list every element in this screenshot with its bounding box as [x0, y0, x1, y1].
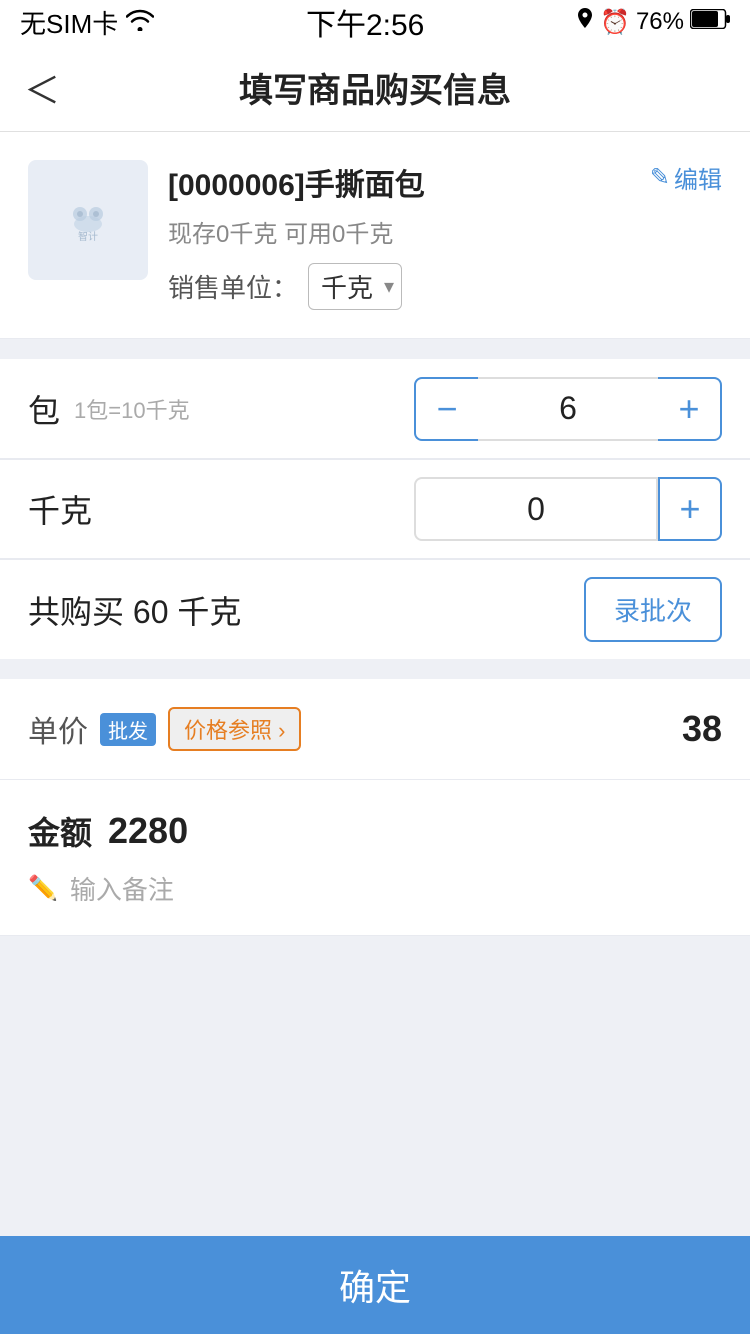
carrier-text: 无SIM卡	[20, 4, 118, 41]
kg-row: 千克 +	[0, 459, 750, 559]
package-row: 包 1包=10千克 − +	[0, 359, 750, 459]
nav-bar: ＜ 填写商品购买信息	[0, 44, 750, 132]
empty-space	[0, 936, 750, 1236]
package-plus-button[interactable]: +	[658, 377, 722, 441]
svg-text:智计: 智计	[78, 230, 98, 243]
kg-label: 千克	[28, 486, 92, 532]
price-ref-button[interactable]: 价格参照 ›	[168, 707, 301, 751]
edit-icon: ✎	[650, 163, 670, 192]
kg-label-text: 千克	[28, 486, 92, 532]
location-icon	[576, 8, 594, 37]
edit-button[interactable]: ✎ 编辑	[650, 160, 722, 195]
kg-quantity-input[interactable]	[414, 477, 658, 541]
package-label: 包 1包=10千克	[28, 386, 190, 432]
product-section: 智计 [0000006]手撕面包 ✎ 编辑 现存0千克 可用0千克 销售单位： …	[0, 132, 750, 339]
divider-2	[0, 659, 750, 679]
kg-quantity-control: +	[414, 477, 722, 541]
package-sub-label: 1包=10千克	[74, 393, 190, 425]
product-stock: 现存0千克 可用0千克	[168, 214, 722, 249]
amount-value: 2280	[108, 810, 188, 852]
battery-icon	[690, 8, 730, 36]
price-value: 38	[682, 708, 722, 750]
unit-select-wrapper[interactable]: 千克 ▾	[308, 263, 402, 310]
status-time: 下午2:56	[306, 0, 424, 44]
price-badge: 批发	[100, 713, 156, 746]
edit-label: 编辑	[674, 160, 722, 195]
package-quantity-input[interactable]	[478, 377, 658, 441]
battery-text: 76%	[636, 8, 684, 36]
product-info: [0000006]手撕面包 ✎ 编辑 现存0千克 可用0千克 销售单位： 千克 …	[168, 160, 722, 310]
divider-1	[0, 339, 750, 359]
confirm-label: 确定	[339, 1259, 411, 1311]
record-batch-button[interactable]: 录批次	[584, 577, 722, 642]
price-section: 单价 批发 价格参照 › 38	[0, 679, 750, 780]
back-button[interactable]: ＜	[24, 62, 60, 114]
amount-label: 金额	[28, 808, 92, 854]
alarm-icon: ⏰	[600, 8, 630, 37]
confirm-button[interactable]: 确定	[0, 1236, 750, 1334]
status-bar: 无SIM卡 下午2:56 ⏰ 76%	[0, 0, 750, 44]
pencil-icon: ✏️	[28, 874, 58, 903]
page-title: 填写商品购买信息	[239, 63, 511, 112]
unit-chevron-icon: ▾	[384, 274, 394, 299]
package-label-text: 包	[28, 386, 60, 432]
summary-text: 共购买 60 千克	[28, 587, 241, 633]
product-name-row: [0000006]手撕面包 ✎ 编辑	[168, 160, 722, 204]
status-left: 无SIM卡	[20, 4, 154, 41]
kg-plus-button[interactable]: +	[658, 477, 722, 541]
remark-row[interactable]: ✏️ 输入备注	[28, 870, 722, 907]
product-image: 智计	[28, 160, 148, 280]
package-minus-button[interactable]: −	[414, 377, 478, 441]
remark-placeholder: 输入备注	[70, 870, 174, 907]
product-unit-row: 销售单位： 千克 ▾	[168, 263, 722, 310]
amount-row: 金额 2280	[28, 808, 722, 854]
package-quantity-control: − +	[414, 377, 722, 441]
product-name: [0000006]手撕面包	[168, 160, 650, 204]
main-content: 智计 [0000006]手撕面包 ✎ 编辑 现存0千克 可用0千克 销售单位： …	[0, 132, 750, 1236]
amount-section: 金额 2280 ✏️ 输入备注	[0, 780, 750, 936]
price-left: 单价 批发 价格参照 ›	[28, 707, 301, 751]
price-label: 单价	[28, 707, 88, 751]
wifi-icon	[126, 7, 154, 38]
status-right: ⏰ 76%	[576, 8, 730, 37]
summary-row: 共购买 60 千克 录批次	[0, 559, 750, 659]
unit-label: 销售单位：	[168, 268, 298, 305]
